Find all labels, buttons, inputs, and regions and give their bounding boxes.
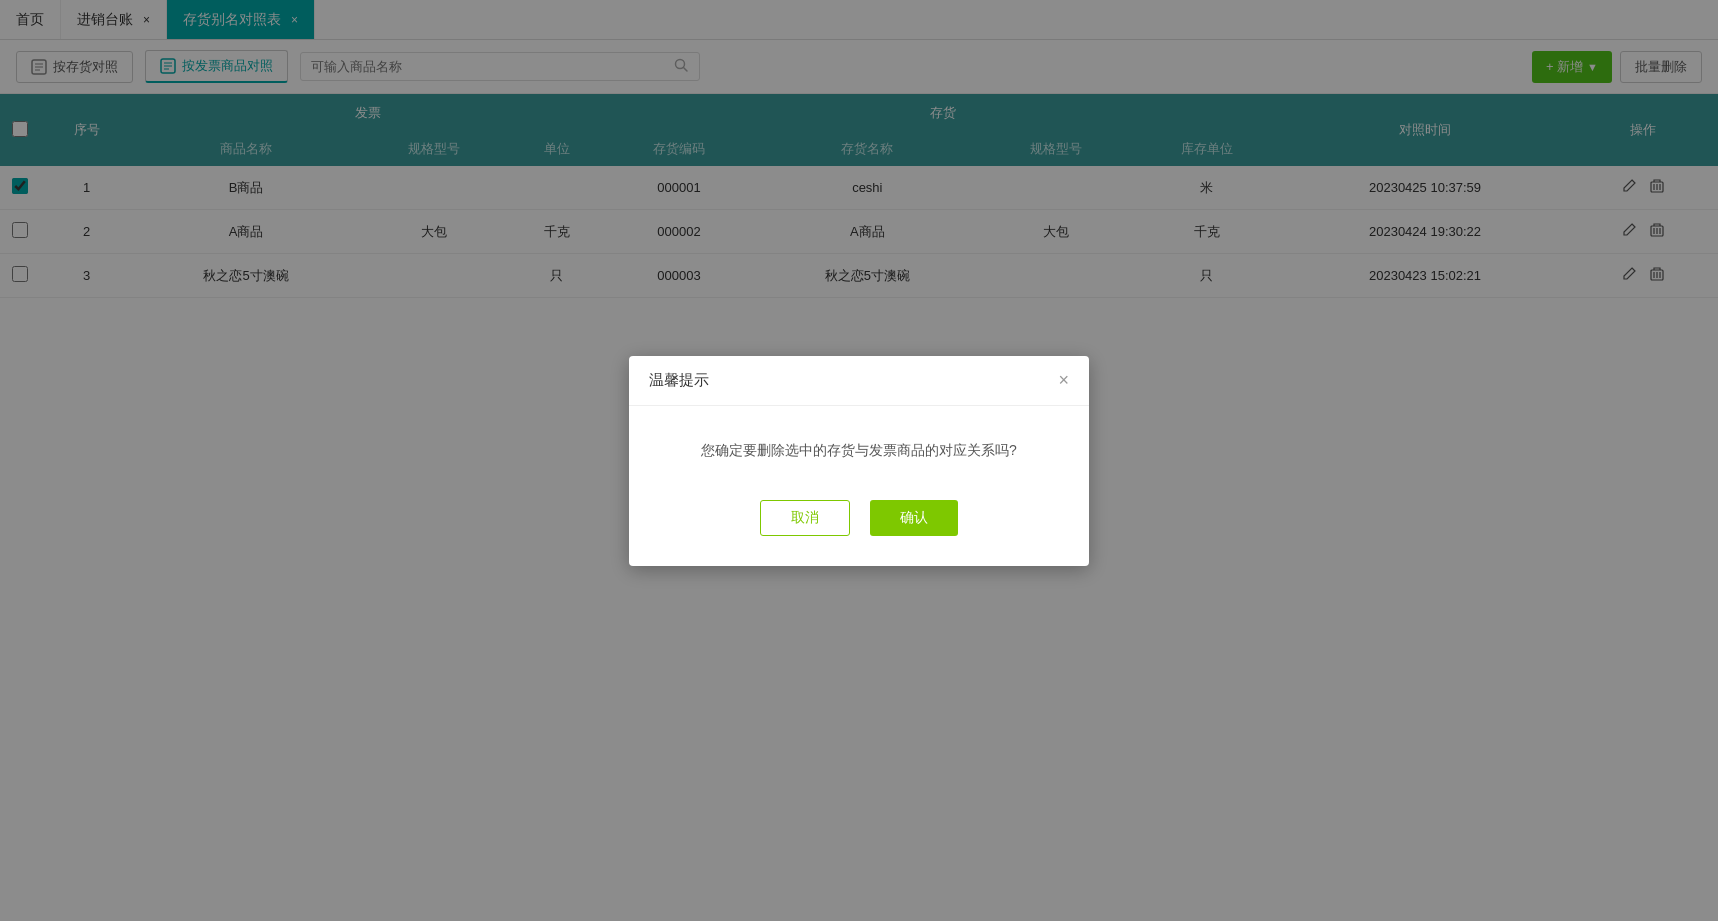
dialog-footer: 取消 确认 — [629, 490, 1089, 566]
btn-cancel[interactable]: 取消 — [760, 500, 850, 536]
dialog-overlay: 温馨提示 × 您确定要删除选中的存货与发票商品的对应关系吗? 取消 确认 — [0, 0, 1718, 921]
btn-cancel-label: 取消 — [791, 509, 819, 525]
dialog-title: 温馨提示 — [649, 371, 709, 390]
dialog-close-button[interactable]: × — [1058, 370, 1069, 391]
btn-confirm[interactable]: 确认 — [870, 500, 958, 536]
btn-confirm-label: 确认 — [900, 509, 928, 525]
dialog-header: 温馨提示 × — [629, 356, 1089, 406]
dialog-body: 您确定要删除选中的存货与发票商品的对应关系吗? — [629, 406, 1089, 490]
dialog-message: 您确定要删除选中的存货与发票商品的对应关系吗? — [701, 442, 1017, 458]
dialog: 温馨提示 × 您确定要删除选中的存货与发票商品的对应关系吗? 取消 确认 — [629, 356, 1089, 566]
